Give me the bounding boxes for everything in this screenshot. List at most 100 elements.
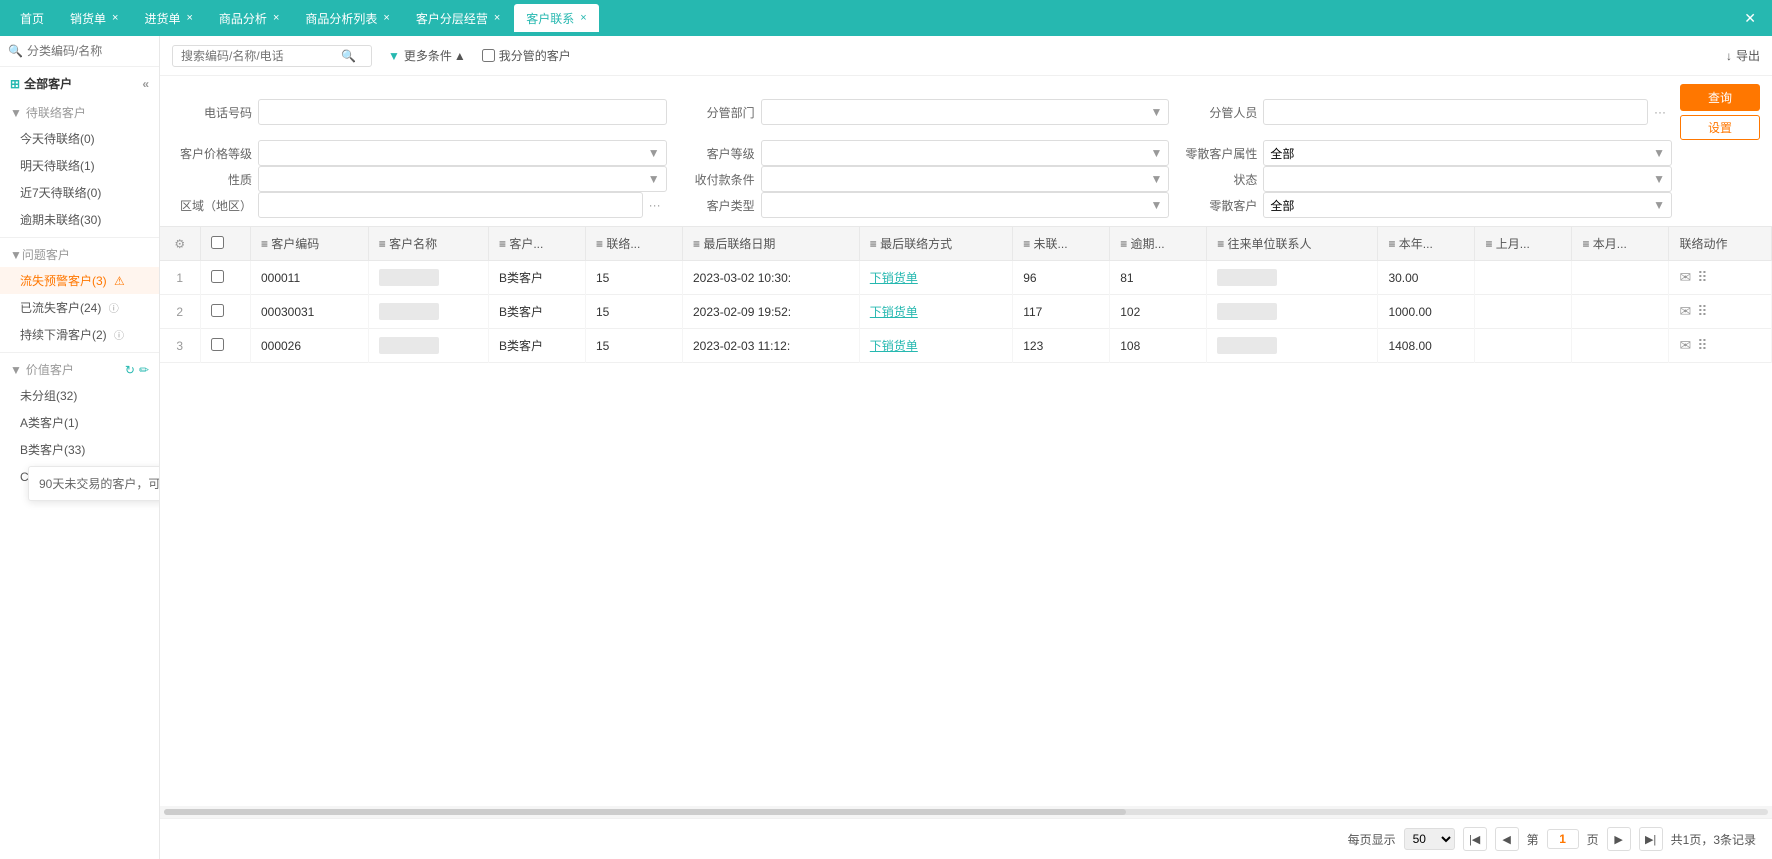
per-page-select[interactable]: 50 100 200 [1404, 828, 1455, 850]
filter-region-more[interactable]: ··· [643, 198, 667, 212]
status-dropdown-icon: ▼ [1653, 172, 1665, 186]
filter-dept-select[interactable]: ▼ [761, 99, 1170, 125]
row-this-year: 1000.00 [1378, 295, 1475, 329]
row-type: B类客户 [489, 261, 586, 295]
row-overdue: 102 [1110, 295, 1207, 329]
group-value-toggle[interactable]: ▼ 价值客户 [10, 361, 74, 378]
filter-zero-customer-field: 零散客户 全部 ▼ [1177, 192, 1672, 218]
tab-analysis-close[interactable]: × [273, 12, 279, 24]
row-overdue: 108 [1110, 329, 1207, 363]
tab-purchase[interactable]: 进货单 × [132, 4, 204, 32]
horizontal-scrollbar[interactable] [160, 806, 1772, 818]
filter-phone-input[interactable] [258, 99, 667, 125]
row-type: B类客户 [489, 295, 586, 329]
action-contact-icon[interactable]: ✉ [1679, 303, 1691, 320]
sidebar-item-today[interactable]: 今天待联络(0) [0, 125, 159, 152]
filter-payment-field: 收付款条件 ▼ [675, 166, 1170, 192]
tab-customer-contact-close[interactable]: × [580, 12, 586, 24]
search-btn[interactable]: 查询 [1680, 84, 1760, 111]
table-settings-icon[interactable]: ⚙ [174, 237, 185, 251]
filter-grade-select[interactable]: ▼ [761, 140, 1170, 166]
dept-dropdown-icon: ▼ [1150, 105, 1162, 119]
sidebar-item-churned[interactable]: 已流失客户(24) ⓘ [0, 294, 159, 321]
search-input[interactable] [181, 49, 341, 63]
col-last-contact-date-label: ≡ 最后联络日期 [693, 237, 775, 251]
row-contact-person [1207, 295, 1378, 329]
group-problem-toggle[interactable]: ▼ 问题客户 [10, 246, 70, 263]
tab-sales-close[interactable]: × [112, 12, 118, 24]
row-select-checkbox[interactable] [211, 304, 224, 317]
sidebar-item-7days[interactable]: 近7天待联络(0) [0, 179, 159, 206]
table-container: ⚙ ≡ 客户编码 ≡ 客户名称 ≡ 客户... [160, 227, 1772, 806]
sidebar-item-churn-warning[interactable]: 流失预警客户(3) ⚠ [0, 267, 159, 294]
prev-page-btn[interactable]: ◀ [1495, 827, 1519, 851]
filter-status-label: 状态 [1177, 171, 1257, 188]
action-more-icon[interactable]: ⠿ [1697, 337, 1707, 354]
scroll-thumb[interactable] [164, 809, 1126, 815]
action-contact-icon[interactable]: ✉ [1679, 337, 1691, 354]
filter-row-3: 性质 ▼ 收付款条件 ▼ 状态 [172, 166, 1760, 192]
col-name-label: ≡ 客户名称 [379, 237, 437, 251]
window-close-btn[interactable]: ✕ [1736, 10, 1764, 27]
value-refresh-icon[interactable]: ↻ [125, 363, 135, 377]
select-all-checkbox[interactable] [211, 236, 224, 249]
my-customers-checkbox[interactable] [482, 49, 495, 62]
toolbar-search-icon[interactable]: 🔍 [341, 49, 356, 63]
row-last-month [1475, 295, 1572, 329]
filter-zero-customer-select[interactable]: 全部 ▼ [1263, 192, 1672, 218]
row-num: 2 [160, 295, 200, 329]
value-edit-icon[interactable]: ✏ [139, 363, 149, 377]
tab-analysis-list-close[interactable]: × [383, 12, 389, 24]
export-btn[interactable]: ↓ 导出 [1726, 47, 1760, 64]
filter-payment-select[interactable]: ▼ [761, 166, 1170, 192]
filter-customer-type-select[interactable]: ▼ [761, 192, 1170, 218]
action-more-icon[interactable]: ⠿ [1697, 269, 1707, 286]
filter-more-btn[interactable]: ▼ 更多条件 ▲ [380, 44, 474, 67]
tab-home[interactable]: 首页 [8, 4, 56, 32]
filter-gender-select[interactable]: ▼ [258, 166, 667, 192]
filter-row-2: 客户价格等级 ▼ 客户等级 ▼ 零散客户属性 全部 [172, 140, 1760, 166]
col-checkbox [200, 227, 250, 261]
sidebar-item-class-b[interactable]: B类客户(33) [0, 436, 159, 463]
col-contact-count-label: ≡ 联络... [596, 237, 640, 251]
sidebar-item-overdue[interactable]: 逾期未联络(30) [0, 206, 159, 233]
page-input[interactable] [1547, 829, 1579, 849]
tab-customer-tier[interactable]: 客户分层经营 × [404, 4, 512, 32]
sidebar-group-pending[interactable]: ▼ 待联络客户 [0, 100, 159, 125]
filter-status-select[interactable]: ▼ [1263, 166, 1672, 192]
sidebar-item-tomorrow[interactable]: 明天待联络(1) [0, 152, 159, 179]
row-actions: ✉ ⠿ [1669, 261, 1772, 295]
action-contact-icon[interactable]: ✉ [1679, 269, 1691, 286]
filter-price-grade-select[interactable]: ▼ [258, 140, 667, 166]
last-page-btn[interactable]: ▶| [1639, 827, 1663, 851]
first-page-btn[interactable]: |◀ [1463, 827, 1487, 851]
filter-dept-label: 分管部门 [675, 104, 755, 121]
col-code: ≡ 客户编码 [250, 227, 368, 261]
settings-btn[interactable]: 设置 [1680, 115, 1760, 140]
row-select-checkbox[interactable] [211, 338, 224, 351]
sidebar-item-declining[interactable]: 持续下滑客户(2) ⓘ [0, 321, 159, 348]
row-last-contact-method: 下销货单 [859, 261, 1012, 295]
tab-analysis-list[interactable]: 商品分析列表 × [293, 4, 401, 32]
filter-person-input[interactable] [1263, 99, 1648, 125]
sidebar-search-input[interactable] [27, 44, 160, 58]
action-more-icon[interactable]: ⠿ [1697, 303, 1707, 320]
tab-customer-tier-close[interactable]: × [494, 12, 500, 24]
filter-zero-attr-select[interactable]: 全部 ▼ [1263, 140, 1672, 166]
filter-region-input[interactable] [258, 192, 643, 218]
sidebar-collapse-btn[interactable]: « [142, 77, 149, 91]
row-code: 000011 [250, 261, 368, 295]
tab-sales[interactable]: 销货单 × [58, 4, 130, 32]
info-icon-churned: ⓘ [109, 304, 119, 315]
tab-analysis[interactable]: 商品分析 × [207, 4, 291, 32]
row-select-checkbox[interactable] [211, 270, 224, 283]
sidebar-item-class-a[interactable]: A类客户(1) [0, 409, 159, 436]
sidebar-item-ungrouped[interactable]: 未分组(32) [0, 382, 159, 409]
filter-person-more[interactable]: ··· [1648, 105, 1672, 119]
row-last-contact-method: 下销货单 [859, 329, 1012, 363]
my-customers-label: 我分管的客户 [499, 47, 571, 64]
next-page-btn[interactable]: ▶ [1607, 827, 1631, 851]
pagination: 每页显示 50 100 200 |◀ ◀ 第 页 ▶ ▶| 共1页，3条记录 [160, 818, 1772, 859]
tab-purchase-close[interactable]: × [186, 12, 192, 24]
tab-customer-contact[interactable]: 客户联系 × [514, 4, 598, 32]
